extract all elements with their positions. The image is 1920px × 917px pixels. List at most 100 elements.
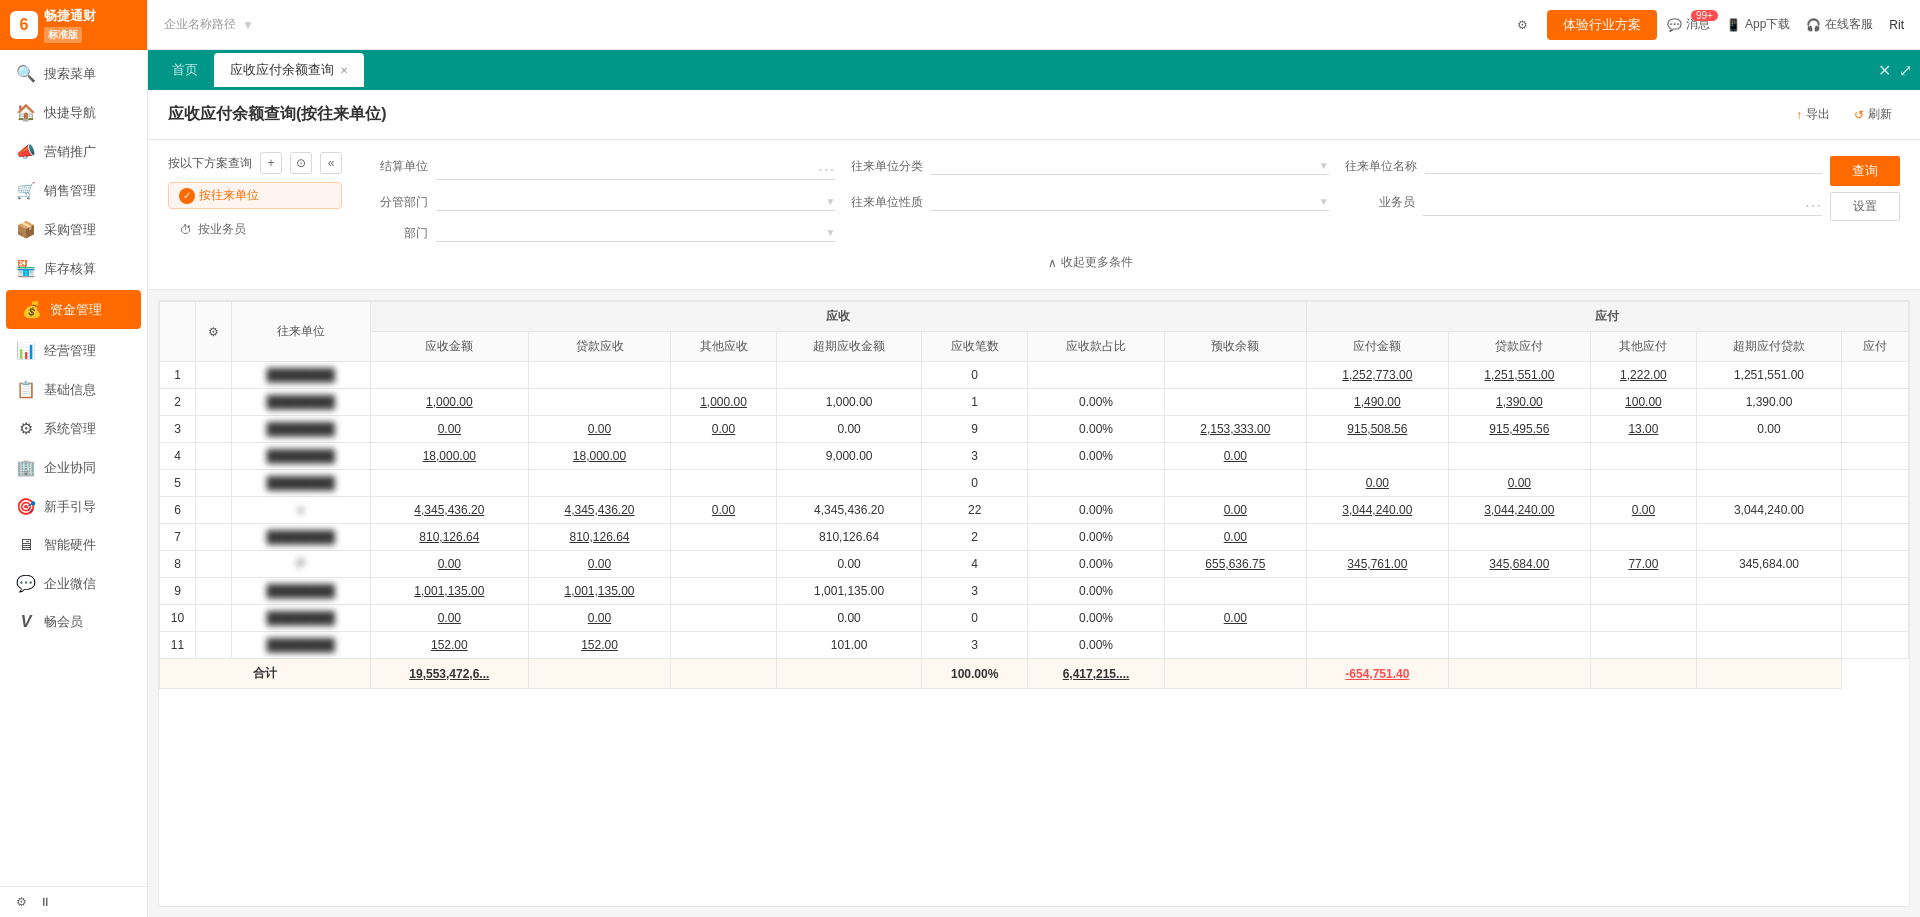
table-cell[interactable]: 345,684.00: [1448, 551, 1590, 578]
table-cell[interactable]: 152.00: [529, 632, 671, 659]
table-cell[interactable]: 3,044,240.00: [1306, 497, 1448, 524]
table-cell[interactable]: 0.00: [1590, 497, 1696, 524]
settings-button[interactable]: 设置: [1830, 192, 1900, 221]
unit-name-input[interactable]: [1425, 159, 1822, 174]
table-cell[interactable]: 0.00: [1448, 470, 1590, 497]
sidebar-item-member[interactable]: V 畅会员: [0, 603, 147, 641]
sidebar-item-operations[interactable]: 📊 经营管理: [0, 331, 147, 370]
unit-nature-select[interactable]: ▼: [931, 193, 1328, 211]
unit-name: ████████: [232, 389, 371, 416]
table-cell[interactable]: 0.00: [529, 605, 671, 632]
salesman-input[interactable]: [1423, 195, 1804, 209]
table-cell[interactable]: 1,001,135.00: [370, 578, 528, 605]
query-button[interactable]: 查询: [1830, 156, 1900, 186]
sidebar-item-guide[interactable]: 🎯 新手引导: [0, 487, 147, 526]
table-cell[interactable]: 655,636.75: [1164, 551, 1306, 578]
table-cell[interactable]: 1,251,551.00: [1448, 362, 1590, 389]
promo-button[interactable]: 体验行业方案: [1547, 10, 1657, 40]
collapse-more-button[interactable]: ∧ 收起更多条件: [1042, 248, 1139, 277]
table-cell[interactable]: 18,000.00: [370, 443, 528, 470]
table-cell[interactable]: 915,495.56: [1448, 416, 1590, 443]
sidebar-item-sales[interactable]: 🛒 销售管理: [0, 171, 147, 210]
table-cell: [1306, 578, 1448, 605]
table-cell[interactable]: 1,252,773.00: [1306, 362, 1448, 389]
settle-unit-input[interactable]: [436, 159, 817, 173]
online-service-button[interactable]: 🎧 在线客服: [1806, 16, 1873, 33]
refresh-button[interactable]: ↺ 刷新: [1846, 102, 1900, 127]
sidebar-item-search[interactable]: 🔍 搜索菜单: [0, 54, 147, 93]
sidebar-item-marketing[interactable]: 📣 营销推广: [0, 132, 147, 171]
table-cell[interactable]: 0.00: [529, 551, 671, 578]
footer-ap-loan[interactable]: -654,751.40: [1306, 659, 1448, 689]
table-cell[interactable]: 1,222.00: [1590, 362, 1696, 389]
table-cell[interactable]: 0.00: [1306, 470, 1448, 497]
sidebar-item-wechat[interactable]: 💬 企业微信: [0, 564, 147, 603]
table-cell[interactable]: 0.00: [1164, 443, 1306, 470]
table-cell[interactable]: 1,390.00: [1448, 389, 1590, 416]
scheme-by-staff[interactable]: ⏱ 按业务员: [168, 217, 342, 242]
footer-ar-total[interactable]: 19,553,472,6...: [370, 659, 528, 689]
table-cell[interactable]: 4,345,436.20: [370, 497, 528, 524]
add-scheme-button[interactable]: +: [260, 152, 282, 174]
export-button[interactable]: ↑ 导出: [1788, 102, 1838, 127]
table-cell: [1164, 632, 1306, 659]
table-cell[interactable]: 810,126.64: [529, 524, 671, 551]
tab-close-window-icon[interactable]: ✕: [1878, 61, 1891, 80]
tab-home[interactable]: 首页: [156, 53, 214, 87]
department-select[interactable]: ▼: [436, 224, 835, 242]
dept-select[interactable]: ▼: [436, 193, 835, 211]
table-cell[interactable]: 1,000.00: [370, 389, 528, 416]
table-cell[interactable]: 0.00: [529, 416, 671, 443]
table-cell[interactable]: 1,000.00: [671, 389, 777, 416]
table-cell[interactable]: 0.00: [1164, 497, 1306, 524]
table-cell[interactable]: 0.00: [370, 416, 528, 443]
table-cell[interactable]: 152.00: [370, 632, 528, 659]
table-cell[interactable]: 0.00: [1164, 524, 1306, 551]
table-cell[interactable]: 0.00: [671, 416, 777, 443]
table-cell[interactable]: 0.00: [370, 605, 528, 632]
table-cell[interactable]: 0.00: [1164, 605, 1306, 632]
user-menu[interactable]: Rit: [1889, 18, 1904, 32]
table-cell[interactable]: 810,126.64: [370, 524, 528, 551]
sidebar-item-basic[interactable]: 📋 基础信息: [0, 370, 147, 409]
col-settings-header[interactable]: ⚙: [196, 302, 232, 362]
unit-category-select[interactable]: ▼: [931, 157, 1328, 175]
table-cell[interactable]: 1,001,135.00: [529, 578, 671, 605]
table-cell[interactable]: 3,044,240.00: [1448, 497, 1590, 524]
col-ap-loan: 贷款应付: [1448, 332, 1590, 362]
app-download-button[interactable]: 📱 App下载: [1726, 16, 1790, 33]
edit-scheme-button[interactable]: ⊙: [290, 152, 312, 174]
row-num: 6: [160, 497, 196, 524]
sidebar-item-finance[interactable]: 💰 资金管理: [6, 290, 141, 329]
settings-icon[interactable]: ⚙: [1509, 11, 1537, 39]
sidebar-item-quicknav[interactable]: 🏠 快捷导航: [0, 93, 147, 132]
tab-expand-icon[interactable]: ⤢: [1899, 61, 1912, 80]
tab-arquery[interactable]: 应收应付余额查询 ✕: [214, 53, 364, 87]
table-cell[interactable]: 2,153,333.00: [1164, 416, 1306, 443]
table-cell[interactable]: 0.00: [370, 551, 528, 578]
table-cell: [1842, 362, 1909, 389]
sidebar-item-hardware[interactable]: 🖥 智能硬件: [0, 526, 147, 564]
table-cell[interactable]: 915,508.56: [1306, 416, 1448, 443]
tab-close-icon[interactable]: ✕: [340, 65, 348, 76]
collapse-scheme-button[interactable]: «: [320, 152, 342, 174]
table-cell[interactable]: 18,000.00: [529, 443, 671, 470]
scheme-by-unit[interactable]: ✓ 按往来单位: [168, 182, 342, 209]
sidebar-item-enterprise[interactable]: 🏢 企业协同: [0, 448, 147, 487]
table-cell[interactable]: 100.00: [1590, 389, 1696, 416]
table-cell[interactable]: 77.00: [1590, 551, 1696, 578]
settings-bottom-icon[interactable]: ⚙: [16, 895, 27, 909]
table-cell[interactable]: 1,490.00: [1306, 389, 1448, 416]
notify-button[interactable]: 💬 消息 99+: [1667, 16, 1710, 33]
table-cell[interactable]: 345,761.00: [1306, 551, 1448, 578]
sidebar-item-system[interactable]: ⚙ 系统管理: [0, 409, 147, 448]
table-cell[interactable]: 0.00: [671, 497, 777, 524]
settle-unit-dots[interactable]: …: [817, 155, 835, 176]
table-cell[interactable]: 4,345,436.20: [529, 497, 671, 524]
pause-icon[interactable]: ⏸: [39, 895, 51, 909]
sidebar-item-purchase[interactable]: 📦 采购管理: [0, 210, 147, 249]
salesman-dots[interactable]: …: [1804, 191, 1822, 212]
table-cell[interactable]: 13.00: [1590, 416, 1696, 443]
footer-ar-prepaid[interactable]: 6,417,215....: [1028, 659, 1165, 689]
sidebar-item-inventory[interactable]: 🏪 库存核算: [0, 249, 147, 288]
